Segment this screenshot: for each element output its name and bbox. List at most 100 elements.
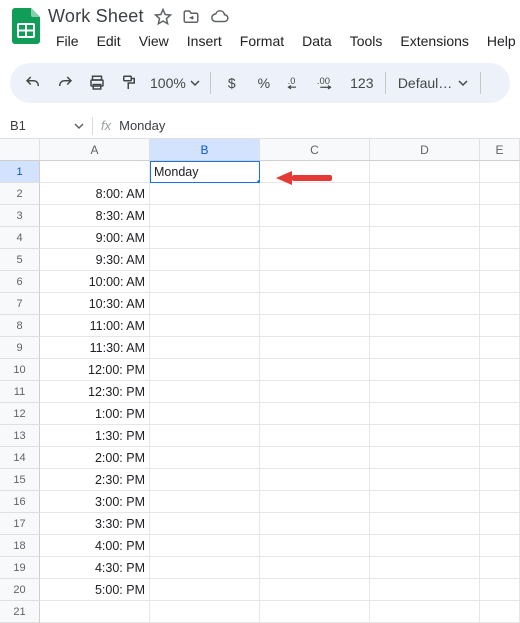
row-header[interactable]: 10 — [0, 359, 40, 381]
menu-data[interactable]: Data — [294, 29, 340, 53]
cell-B13[interactable] — [150, 425, 260, 447]
doc-title[interactable]: Work Sheet — [48, 6, 144, 27]
cell-D13[interactable] — [370, 425, 480, 447]
cell-C15[interactable] — [260, 469, 370, 491]
cell-E15[interactable] — [480, 469, 520, 491]
cell-B11[interactable] — [150, 381, 260, 403]
paint-format-button[interactable] — [114, 68, 144, 98]
cell-A1[interactable] — [40, 161, 150, 183]
row-header[interactable]: 3 — [0, 205, 40, 227]
row-header[interactable]: 2 — [0, 183, 40, 205]
cell-A13[interactable]: 1:30: PM — [40, 425, 150, 447]
cell-D1[interactable] — [370, 161, 480, 183]
cell-D21[interactable] — [370, 601, 480, 623]
name-box[interactable]: B1 — [10, 118, 66, 133]
cell-B17[interactable] — [150, 513, 260, 535]
cloud-status-icon[interactable] — [210, 8, 230, 26]
cell-C8[interactable] — [260, 315, 370, 337]
cell-B4[interactable] — [150, 227, 260, 249]
cell-E14[interactable] — [480, 447, 520, 469]
cell-E20[interactable] — [480, 579, 520, 601]
cell-A10[interactable]: 12:00: PM — [40, 359, 150, 381]
col-header-e[interactable]: E — [480, 139, 520, 161]
row-header[interactable]: 6 — [0, 271, 40, 293]
col-header-a[interactable]: A — [40, 139, 150, 161]
cell-B8[interactable] — [150, 315, 260, 337]
row-header[interactable]: 1 — [0, 161, 40, 183]
select-all-corner[interactable] — [0, 139, 40, 161]
cell-E10[interactable] — [480, 359, 520, 381]
menu-insert[interactable]: Insert — [179, 29, 230, 53]
format-percent-button[interactable]: % — [249, 68, 279, 98]
undo-button[interactable] — [18, 68, 48, 98]
row-header[interactable]: 11 — [0, 381, 40, 403]
cell-C1[interactable] — [260, 161, 370, 183]
col-header-b[interactable]: B — [150, 139, 260, 161]
row-header[interactable]: 21 — [0, 601, 40, 623]
col-header-d[interactable]: D — [370, 139, 480, 161]
cell-B7[interactable] — [150, 293, 260, 315]
cell-C12[interactable] — [260, 403, 370, 425]
cell-D14[interactable] — [370, 447, 480, 469]
fill-handle[interactable] — [256, 179, 260, 183]
cell-B20[interactable] — [150, 579, 260, 601]
cell-D17[interactable] — [370, 513, 480, 535]
cell-E8[interactable] — [480, 315, 520, 337]
menu-format[interactable]: Format — [232, 29, 292, 53]
cell-B21[interactable] — [150, 601, 260, 623]
cell-B14[interactable] — [150, 447, 260, 469]
cell-E5[interactable] — [480, 249, 520, 271]
cell-E6[interactable] — [480, 271, 520, 293]
cell-D20[interactable] — [370, 579, 480, 601]
cell-E18[interactable] — [480, 535, 520, 557]
cell-D4[interactable] — [370, 227, 480, 249]
row-header[interactable]: 19 — [0, 557, 40, 579]
menu-help[interactable]: Help — [479, 29, 520, 53]
cell-E16[interactable] — [480, 491, 520, 513]
cell-B9[interactable] — [150, 337, 260, 359]
row-header[interactable]: 8 — [0, 315, 40, 337]
cell-B10[interactable] — [150, 359, 260, 381]
cell-A8[interactable]: 11:00: AM — [40, 315, 150, 337]
cell-C3[interactable] — [260, 205, 370, 227]
cell-E4[interactable] — [480, 227, 520, 249]
cell-D2[interactable] — [370, 183, 480, 205]
cell-A7[interactable]: 10:30: AM — [40, 293, 150, 315]
increase-decimal-button[interactable]: .00 — [313, 68, 343, 98]
cell-C20[interactable] — [260, 579, 370, 601]
cell-D5[interactable] — [370, 249, 480, 271]
cell-B15[interactable] — [150, 469, 260, 491]
cell-E1[interactable] — [480, 161, 520, 183]
cell-D9[interactable] — [370, 337, 480, 359]
star-icon[interactable] — [154, 8, 172, 26]
cell-C9[interactable] — [260, 337, 370, 359]
cell-C11[interactable] — [260, 381, 370, 403]
cell-A14[interactable]: 2:00: PM — [40, 447, 150, 469]
col-header-c[interactable]: C — [260, 139, 370, 161]
cell-D19[interactable] — [370, 557, 480, 579]
cell-E19[interactable] — [480, 557, 520, 579]
menu-tools[interactable]: Tools — [342, 29, 391, 53]
cell-D12[interactable] — [370, 403, 480, 425]
move-folder-icon[interactable] — [182, 8, 200, 26]
cell-B1[interactable]: Monday — [150, 161, 260, 183]
cell-C18[interactable] — [260, 535, 370, 557]
cell-C5[interactable] — [260, 249, 370, 271]
cell-D18[interactable] — [370, 535, 480, 557]
cell-C6[interactable] — [260, 271, 370, 293]
cell-C16[interactable] — [260, 491, 370, 513]
cell-B5[interactable] — [150, 249, 260, 271]
cell-B12[interactable] — [150, 403, 260, 425]
cell-B2[interactable] — [150, 183, 260, 205]
cell-A11[interactable]: 12:30: PM — [40, 381, 150, 403]
cell-C4[interactable] — [260, 227, 370, 249]
cell-E21[interactable] — [480, 601, 520, 623]
cell-A3[interactable]: 8:30: AM — [40, 205, 150, 227]
cell-A16[interactable]: 3:00: PM — [40, 491, 150, 513]
redo-button[interactable] — [50, 68, 80, 98]
cell-C19[interactable] — [260, 557, 370, 579]
cell-A12[interactable]: 1:00: PM — [40, 403, 150, 425]
row-header[interactable]: 5 — [0, 249, 40, 271]
cell-C17[interactable] — [260, 513, 370, 535]
cell-A4[interactable]: 9:00: AM — [40, 227, 150, 249]
